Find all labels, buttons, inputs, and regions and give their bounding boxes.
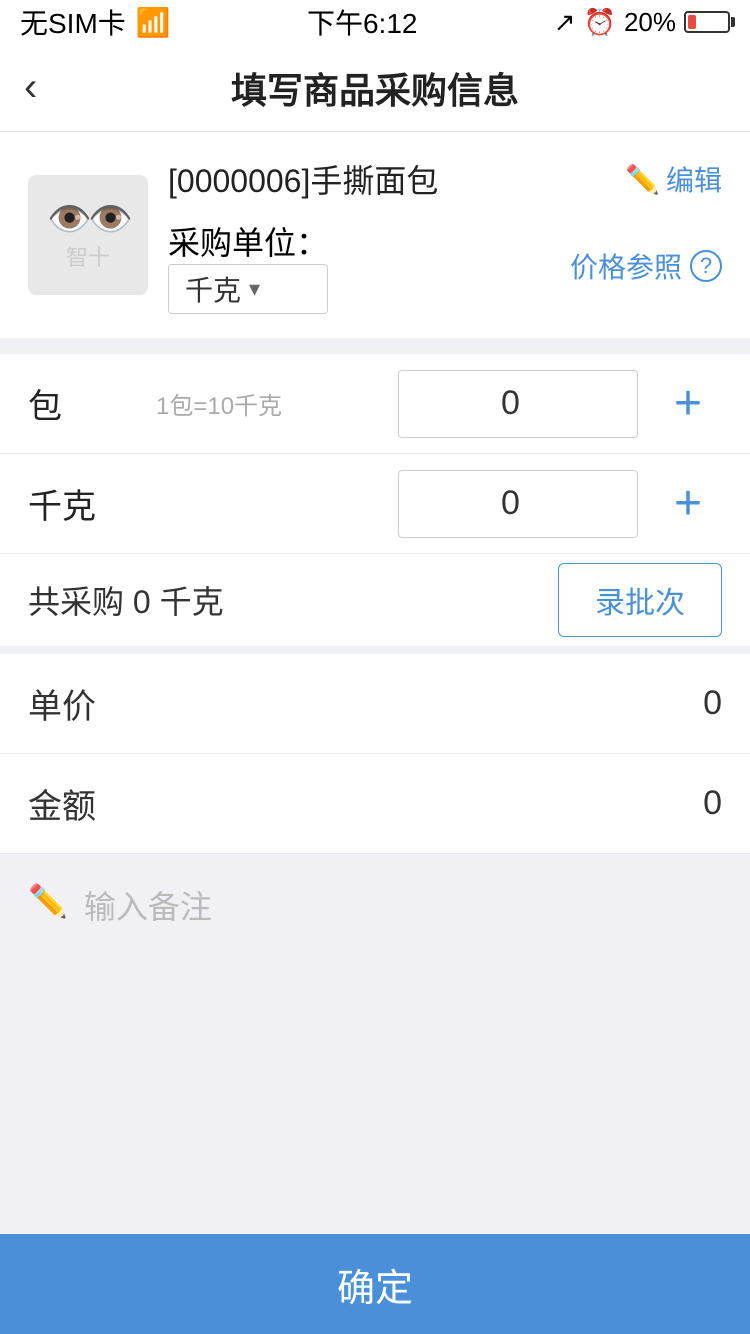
product-thumbnail: 👁️👁️ 智十 <box>28 175 148 295</box>
time-label: 下午6:12 <box>307 2 418 42</box>
edit-button[interactable]: ✏️ 编辑 <box>625 159 722 199</box>
bag-increment-button[interactable]: + <box>654 370 722 438</box>
product-owl-logo: 👁️👁️ 智十 <box>47 198 129 272</box>
page-title: 填写商品采购信息 <box>231 62 519 114</box>
confirm-button[interactable]: 确定 <box>0 1234 750 1334</box>
bag-input-wrapper: + <box>282 370 722 438</box>
product-name-row: [0000006]手撕面包 ✏️ 编辑 <box>168 156 722 202</box>
kg-increment-button[interactable]: + <box>654 470 722 538</box>
bag-sub-label: 1包=10千克 <box>156 386 282 421</box>
price-ref-button[interactable]: 价格参照 ? <box>570 246 722 286</box>
unit-label: 采购单位： <box>168 225 328 261</box>
alarm-icon: ⏰ <box>584 7 616 38</box>
kg-input-wrapper: + <box>148 470 722 538</box>
kg-quantity-input[interactable] <box>398 470 638 538</box>
unit-price-value: 0 <box>703 684 722 723</box>
nav-bar: ‹ 填写商品采购信息 <box>0 44 750 132</box>
form-section: 包 1包=10千克 + 千克 + <box>0 354 750 554</box>
amount-value: 0 <box>703 784 722 823</box>
detail-section: 单价 0 金额 0 <box>0 654 750 854</box>
notes-section[interactable]: ✏️ 输入备注 <box>0 854 750 1054</box>
bag-label: 包 <box>28 379 148 428</box>
back-button[interactable]: ‹ <box>24 65 37 110</box>
unit-value: 千克 <box>185 269 241 309</box>
total-label: 共采购 0 千克 <box>28 577 224 623</box>
bag-row: 包 1包=10千克 + <box>0 354 750 454</box>
unit-price-row: 单价 0 <box>0 654 750 754</box>
bag-quantity-input[interactable] <box>398 370 638 438</box>
location-icon: ↗ <box>554 7 576 38</box>
kg-label: 千克 <box>28 479 148 528</box>
product-info: [0000006]手撕面包 ✏️ 编辑 采购单位： 千克 ▾ 价格参照 ? <box>168 156 722 314</box>
edit-icon: ✏️ <box>625 163 660 196</box>
chevron-down-icon: ▾ <box>249 276 260 302</box>
wifi-icon: 📶 <box>136 6 171 39</box>
status-bar: 无SIM卡 📶 下午6:12 ↗ ⏰ 20% <box>0 0 750 44</box>
confirm-label: 确定 <box>337 1257 413 1312</box>
record-batch-button[interactable]: 录批次 <box>558 563 722 637</box>
unit-price-label: 单价 <box>28 679 96 728</box>
amount-label: 金额 <box>28 779 96 828</box>
kg-row: 千克 + <box>0 454 750 554</box>
separator-1 <box>0 346 750 354</box>
pencil-icon: ✏️ <box>28 882 68 920</box>
battery-icon <box>684 11 730 33</box>
amount-row: 金额 0 <box>0 754 750 854</box>
price-ref-label: 价格参照 <box>570 246 682 286</box>
carrier-label: 无SIM卡 <box>20 2 126 42</box>
status-left: 无SIM卡 📶 <box>20 2 171 42</box>
total-row: 共采购 0 千克 录批次 <box>0 554 750 654</box>
price-ref-info-icon: ? <box>690 250 722 282</box>
battery-percent: 20% <box>624 7 676 38</box>
unit-label-group: 采购单位： 千克 ▾ <box>168 218 328 314</box>
product-name: [0000006]手撕面包 <box>168 156 438 202</box>
notes-placeholder: 输入备注 <box>84 882 212 928</box>
unit-row: 采购单位： 千克 ▾ 价格参照 ? <box>168 218 722 314</box>
product-card: 👁️👁️ 智十 [0000006]手撕面包 ✏️ 编辑 采购单位： 千克 ▾ 价… <box>0 132 750 346</box>
unit-select[interactable]: 千克 ▾ <box>168 264 328 314</box>
edit-label: 编辑 <box>666 159 722 199</box>
status-right: ↗ ⏰ 20% <box>554 7 730 38</box>
